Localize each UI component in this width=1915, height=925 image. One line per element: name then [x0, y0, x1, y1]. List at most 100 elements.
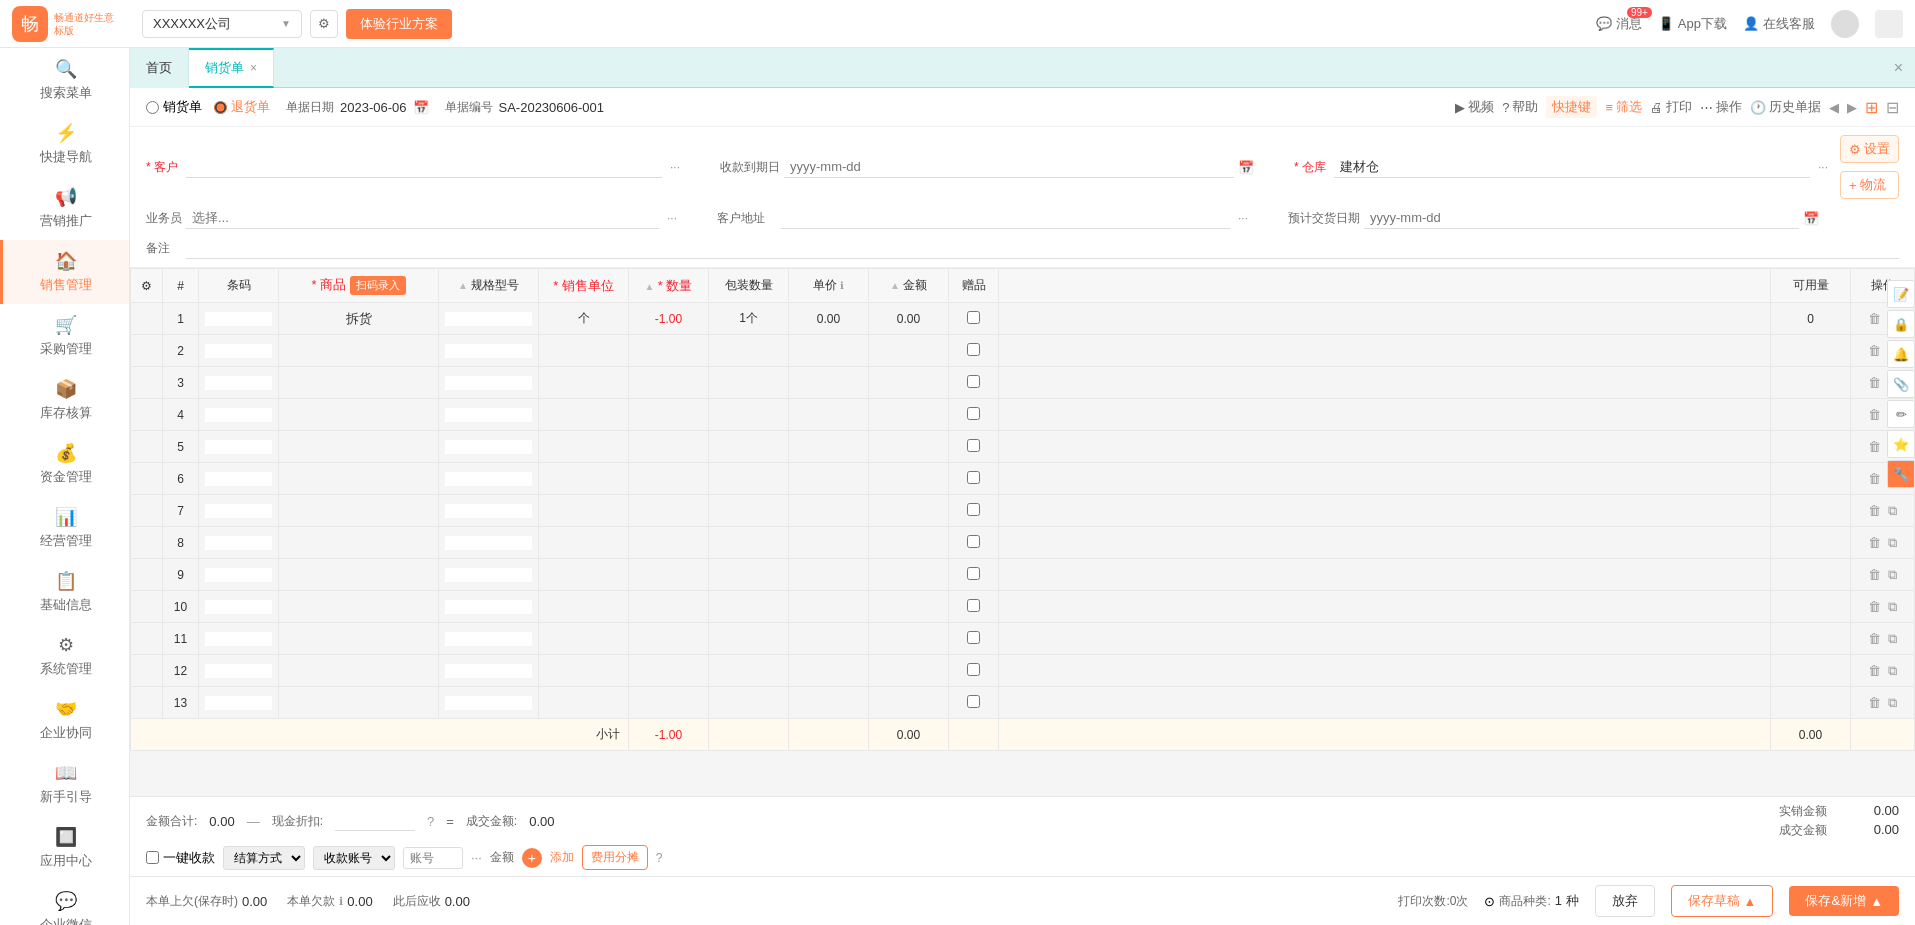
sidebar-item-inventory[interactable]: 📦 库存核算 — [0, 368, 129, 432]
cell-gift-5[interactable] — [949, 463, 999, 495]
cell-price-7[interactable] — [789, 527, 869, 559]
delete-row-8[interactable]: 🗑 — [1868, 567, 1881, 582]
cell-barcode-2[interactable] — [199, 367, 279, 399]
cell-price-10[interactable] — [789, 623, 869, 655]
expected-date-calendar-icon[interactable]: 📅 — [1803, 211, 1819, 226]
sidebar-item-system[interactable]: ⚙ 系统管理 — [0, 624, 129, 688]
cell-gift-2[interactable] — [949, 367, 999, 399]
delete-row-4[interactable]: 🗑 — [1868, 439, 1881, 454]
cell-gift-12[interactable] — [949, 687, 999, 719]
cell-qty-10[interactable] — [629, 623, 709, 655]
cell-gift-7[interactable] — [949, 527, 999, 559]
cell-barcode-9[interactable] — [199, 591, 279, 623]
list-view-icon[interactable]: ⊟ — [1886, 98, 1899, 117]
cell-barcode-11[interactable] — [199, 655, 279, 687]
cell-price-3[interactable] — [789, 399, 869, 431]
messages-button[interactable]: 💬 消息 99+ — [1596, 15, 1642, 33]
sidebar-item-wechat[interactable]: 💬 企业微信 — [0, 880, 129, 925]
cell-barcode-6[interactable] — [199, 495, 279, 527]
cell-qty-5[interactable] — [629, 463, 709, 495]
sidebar-item-quick-nav[interactable]: ⚡ 快捷导航 — [0, 112, 129, 176]
cell-product-5[interactable] — [279, 463, 439, 495]
cell-qty-9[interactable] — [629, 591, 709, 623]
sidebar-item-guide[interactable]: 📖 新手引导 — [0, 752, 129, 816]
cell-price-9[interactable] — [789, 591, 869, 623]
ops-button[interactable]: ⋯ 操作 — [1700, 98, 1742, 116]
cell-barcode-7[interactable] — [199, 527, 279, 559]
copy-row-10[interactable]: ⧉ — [1888, 631, 1897, 646]
cell-spec-4[interactable] — [439, 431, 539, 463]
add-payment-icon[interactable]: + — [522, 848, 542, 868]
cell-gift-4[interactable] — [949, 431, 999, 463]
cell-product-12[interactable] — [279, 687, 439, 719]
cell-gift-9[interactable] — [949, 591, 999, 623]
company-selector[interactable]: XXXXXX公司 ▼ — [142, 10, 302, 38]
cell-barcode-3[interactable] — [199, 399, 279, 431]
copy-row-12[interactable]: ⧉ — [1888, 695, 1897, 710]
cell-product-11[interactable] — [279, 655, 439, 687]
cell-price-0[interactable]: 0.00 — [789, 303, 869, 335]
sidebar-item-sales[interactable]: 🏠 销售管理 — [0, 240, 129, 304]
cell-product-2[interactable] — [279, 367, 439, 399]
payment-due-input[interactable] — [784, 156, 1234, 178]
cell-qty-1[interactable] — [629, 335, 709, 367]
settlement-select[interactable]: 结算方式 — [223, 846, 305, 870]
tab-sales-order[interactable]: 销货单 × — [189, 48, 274, 88]
cell-price-6[interactable] — [789, 495, 869, 527]
radio-sales-label[interactable]: 销货单 — [146, 98, 202, 116]
radio-product-type[interactable]: ⊙ — [1484, 894, 1495, 909]
cell-barcode-12[interactable] — [199, 687, 279, 719]
cell-barcode-0[interactable] — [199, 303, 279, 335]
right-panel-btn-lock[interactable]: 🔒 — [1887, 310, 1915, 338]
save-new-button[interactable]: 保存&新增 ▲ — [1789, 886, 1899, 916]
customer-addr-ellipsis[interactable]: ··· — [1238, 211, 1248, 225]
right-panel-btn-star[interactable]: ⭐ — [1887, 430, 1915, 458]
sidebar-item-finance[interactable]: 💰 资金管理 — [0, 432, 129, 496]
cell-spec-2[interactable] — [439, 367, 539, 399]
save-draft-button[interactable]: 保存草稿 ▲ — [1671, 885, 1774, 917]
cell-gift-3[interactable] — [949, 399, 999, 431]
delete-row-6[interactable]: 🗑 — [1868, 503, 1881, 518]
cell-product-6[interactable] — [279, 495, 439, 527]
salesperson-input[interactable] — [186, 207, 659, 229]
cell-barcode-10[interactable] — [199, 623, 279, 655]
cell-product-10[interactable] — [279, 623, 439, 655]
delete-row-2[interactable]: 🗑 — [1868, 375, 1881, 390]
bank-account-input[interactable] — [403, 847, 463, 869]
sidebar-item-operations[interactable]: 📊 经营管理 — [0, 496, 129, 560]
cell-price-4[interactable] — [789, 431, 869, 463]
bank-select[interactable]: 收款账号 — [313, 846, 395, 870]
cell-spec-1[interactable] — [439, 335, 539, 367]
tab-close-icon[interactable]: × — [250, 61, 257, 75]
cell-price-11[interactable] — [789, 655, 869, 687]
discard-button[interactable]: 放弃 — [1595, 885, 1655, 917]
radio-return[interactable] — [214, 101, 227, 114]
cell-price-5[interactable] — [789, 463, 869, 495]
expected-date-input[interactable] — [1364, 207, 1799, 229]
cell-price-8[interactable] — [789, 559, 869, 591]
price-info-icon[interactable]: ℹ — [840, 280, 844, 291]
cell-product-0[interactable]: 拆货 — [279, 303, 439, 335]
cell-spec-12[interactable] — [439, 687, 539, 719]
nav-prev-icon[interactable]: ◀ — [1829, 100, 1839, 115]
cell-qty-2[interactable] — [629, 367, 709, 399]
right-panel-btn-orange[interactable]: 🔧 — [1887, 460, 1915, 488]
right-panel-btn-bell[interactable]: 🔔 — [1887, 340, 1915, 368]
sidebar-item-appstore[interactable]: 🔲 应用中心 — [0, 816, 129, 880]
delete-row-12[interactable]: 🗑 — [1868, 695, 1881, 710]
cell-price-1[interactable] — [789, 335, 869, 367]
cell-gift-6[interactable] — [949, 495, 999, 527]
avatar[interactable] — [1831, 10, 1859, 38]
delete-row-1[interactable]: 🗑 — [1868, 343, 1881, 358]
app-download-button[interactable]: 📱 App下载 — [1658, 15, 1727, 33]
cell-product-3[interactable] — [279, 399, 439, 431]
online-support-button[interactable]: 👤 在线客服 — [1743, 15, 1815, 33]
cell-spec-6[interactable] — [439, 495, 539, 527]
cell-gift-8[interactable] — [949, 559, 999, 591]
settings-icon[interactable]: ⚙ — [310, 10, 338, 38]
cell-product-1[interactable] — [279, 335, 439, 367]
print-button[interactable]: 🖨 打印 — [1650, 98, 1692, 116]
cell-spec-3[interactable] — [439, 399, 539, 431]
cell-gift-1[interactable] — [949, 335, 999, 367]
calendar-icon[interactable]: 📅 — [413, 100, 429, 115]
